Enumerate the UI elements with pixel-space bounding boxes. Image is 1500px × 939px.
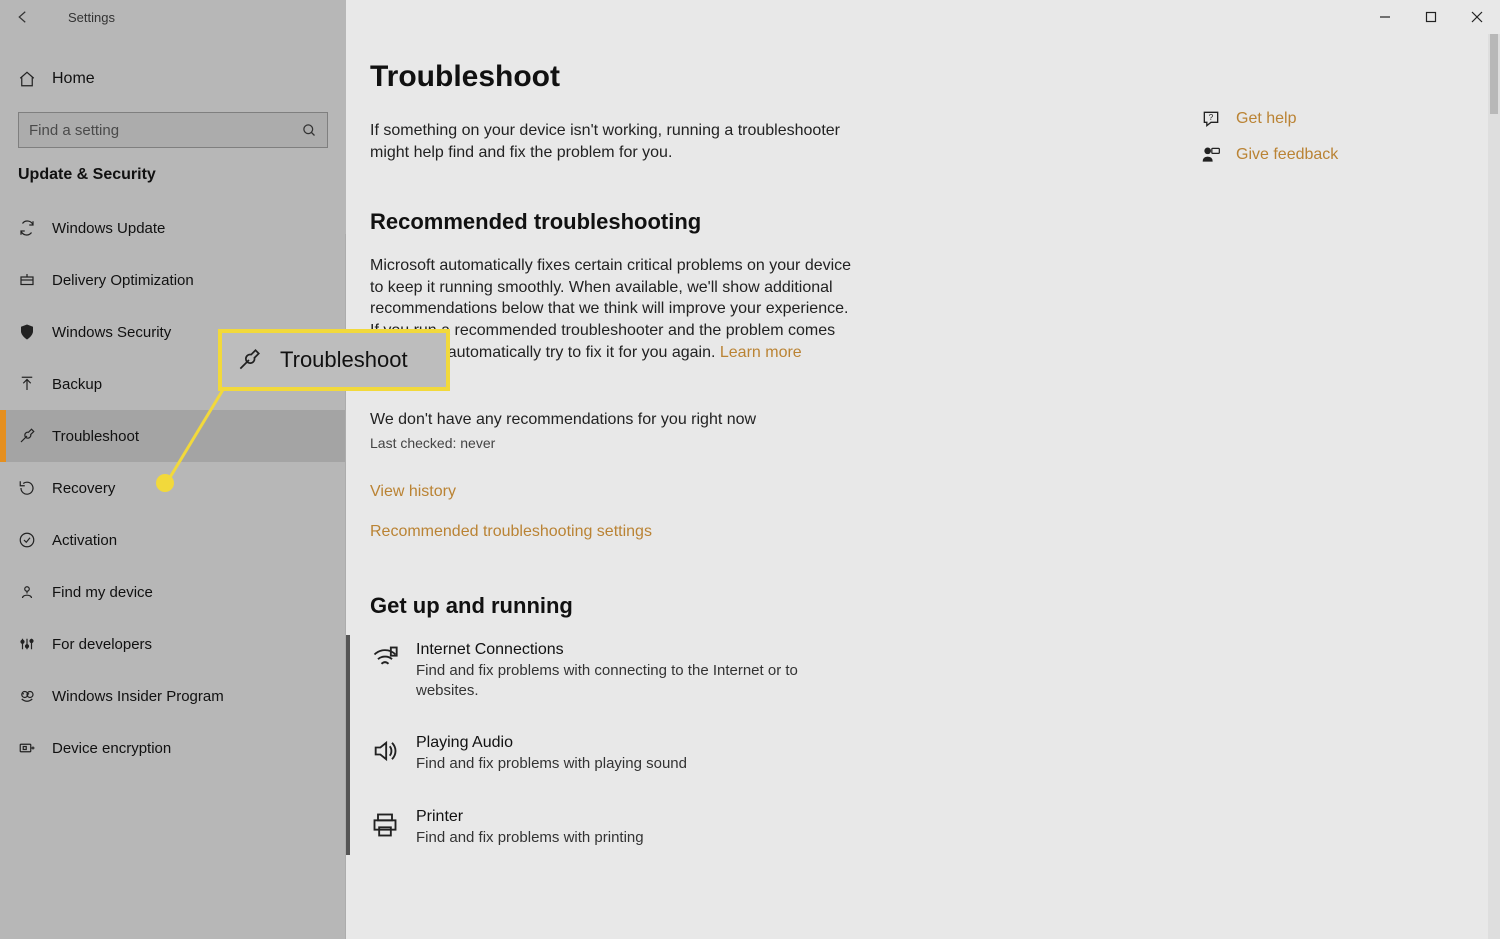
sidebar-item-label: Windows Insider Program bbox=[52, 688, 224, 705]
view-history-link[interactable]: View history bbox=[370, 483, 1464, 501]
list-accent-bar bbox=[346, 635, 350, 855]
help-icon: ? bbox=[1200, 108, 1222, 130]
troubleshooter-playing-audio[interactable]: Playing Audio Find and fix problems with … bbox=[370, 734, 1464, 774]
app-title: Settings bbox=[68, 10, 115, 25]
sidebar-selection-indicator bbox=[0, 410, 6, 462]
caption-buttons bbox=[346, 0, 1500, 34]
recommended-settings-link[interactable]: Recommended troubleshooting settings bbox=[370, 523, 1464, 541]
wrench-icon bbox=[236, 347, 262, 373]
section-recommended-title: Recommended troubleshooting bbox=[370, 209, 1464, 235]
page-title: Troubleshoot bbox=[370, 60, 1464, 94]
troubleshooter-internet-connections[interactable]: Internet Connections Find and fix problem… bbox=[370, 641, 1464, 700]
printer-icon bbox=[370, 810, 400, 840]
sidebar-item-for-developers[interactable]: For developers bbox=[0, 618, 346, 670]
sidebar-item-label: Recovery bbox=[52, 480, 115, 497]
get-help-label: Get help bbox=[1236, 110, 1296, 128]
delivery-icon bbox=[18, 271, 38, 289]
location-icon bbox=[18, 583, 38, 601]
speaker-icon bbox=[370, 736, 400, 766]
sidebar-item-label: Activation bbox=[52, 532, 117, 549]
sidebar-category-header: Update & Security bbox=[0, 162, 346, 202]
sidebar-item-recovery[interactable]: Recovery bbox=[0, 462, 346, 514]
developers-icon bbox=[18, 635, 38, 653]
learn-more-link[interactable]: Learn more bbox=[720, 344, 802, 361]
minimize-button[interactable] bbox=[1362, 0, 1408, 34]
insider-icon bbox=[18, 687, 38, 705]
check-circle-icon bbox=[18, 531, 38, 549]
sync-icon bbox=[18, 219, 38, 237]
scrollbar[interactable] bbox=[1488, 34, 1500, 939]
search-input[interactable] bbox=[29, 122, 302, 139]
sidebar-item-label: For developers bbox=[52, 636, 152, 653]
callout-label: Troubleshoot bbox=[280, 347, 408, 373]
sidebar-items: Windows Update Delivery Optimization Windo… bbox=[0, 202, 346, 774]
callout-dot bbox=[156, 474, 174, 492]
encryption-icon bbox=[18, 739, 38, 757]
search-box[interactable] bbox=[18, 112, 328, 148]
section-getup-title: Get up and running bbox=[370, 593, 1464, 619]
shield-icon bbox=[18, 323, 38, 341]
svg-text:?: ? bbox=[1209, 112, 1214, 122]
back-button[interactable] bbox=[0, 0, 46, 34]
troubleshooter-title: Playing Audio bbox=[416, 734, 687, 752]
sidebar-item-delivery-optimization[interactable]: Delivery Optimization bbox=[0, 254, 346, 306]
home-label: Home bbox=[52, 70, 95, 88]
sidebar-item-find-my-device[interactable]: Find my device bbox=[0, 566, 346, 618]
sidebar-item-activation[interactable]: Activation bbox=[0, 514, 346, 566]
sidebar-item-label: Find my device bbox=[52, 584, 153, 601]
give-feedback-label: Give feedback bbox=[1236, 146, 1338, 164]
sidebar-item-label: Device encryption bbox=[52, 740, 171, 757]
troubleshooter-title: Internet Connections bbox=[416, 641, 856, 659]
feedback-icon bbox=[1200, 144, 1222, 166]
recovery-icon bbox=[18, 479, 38, 497]
main-content: Troubleshoot If something on your device… bbox=[346, 34, 1500, 939]
give-feedback-link[interactable]: Give feedback bbox=[1200, 144, 1460, 166]
wifi-icon bbox=[370, 643, 400, 673]
last-checked-text: Last checked: never bbox=[370, 435, 1464, 451]
wrench-icon bbox=[18, 427, 38, 445]
troubleshooter-desc: Find and fix problems with printing bbox=[416, 828, 644, 848]
sidebar-item-label: Windows Security bbox=[52, 324, 171, 341]
sidebar-item-windows-update[interactable]: Windows Update bbox=[0, 202, 346, 254]
troubleshooter-printer[interactable]: Printer Find and fix problems with printi… bbox=[370, 808, 1464, 848]
sidebar-item-label: Backup bbox=[52, 376, 102, 393]
sidebar-item-label: Windows Update bbox=[52, 220, 165, 237]
titlebar: Settings bbox=[0, 0, 1500, 34]
sidebar-item-label: Troubleshoot bbox=[52, 428, 139, 445]
close-button[interactable] bbox=[1454, 0, 1500, 34]
sidebar-item-label: Delivery Optimization bbox=[52, 272, 194, 289]
troubleshooter-desc: Find and fix problems with connecting to… bbox=[416, 661, 856, 700]
sidebar-item-home[interactable]: Home bbox=[0, 56, 346, 102]
get-help-link[interactable]: ? Get help bbox=[1200, 108, 1460, 130]
troubleshooter-list: Internet Connections Find and fix problem… bbox=[370, 641, 1464, 847]
home-icon bbox=[18, 70, 38, 88]
troubleshooter-title: Printer bbox=[416, 808, 644, 826]
callout-troubleshoot: Troubleshoot bbox=[218, 329, 450, 391]
search-icon bbox=[302, 123, 317, 138]
sidebar-item-troubleshoot[interactable]: Troubleshoot bbox=[0, 410, 346, 462]
sidebar-item-device-encryption[interactable]: Device encryption bbox=[0, 722, 346, 774]
upload-icon bbox=[18, 375, 38, 393]
titlebar-left: Settings bbox=[0, 0, 346, 34]
troubleshooter-desc: Find and fix problems with playing sound bbox=[416, 754, 687, 774]
page-intro: If something on your device isn't workin… bbox=[370, 120, 870, 163]
maximize-button[interactable] bbox=[1408, 0, 1454, 34]
sidebar-item-windows-insider-program[interactable]: Windows Insider Program bbox=[0, 670, 346, 722]
scrollbar-thumb[interactable] bbox=[1490, 34, 1498, 114]
right-rail: ? Get help Give feedback bbox=[1200, 108, 1460, 180]
no-recommendations-text: We don't have any recommendations for yo… bbox=[370, 411, 1464, 429]
